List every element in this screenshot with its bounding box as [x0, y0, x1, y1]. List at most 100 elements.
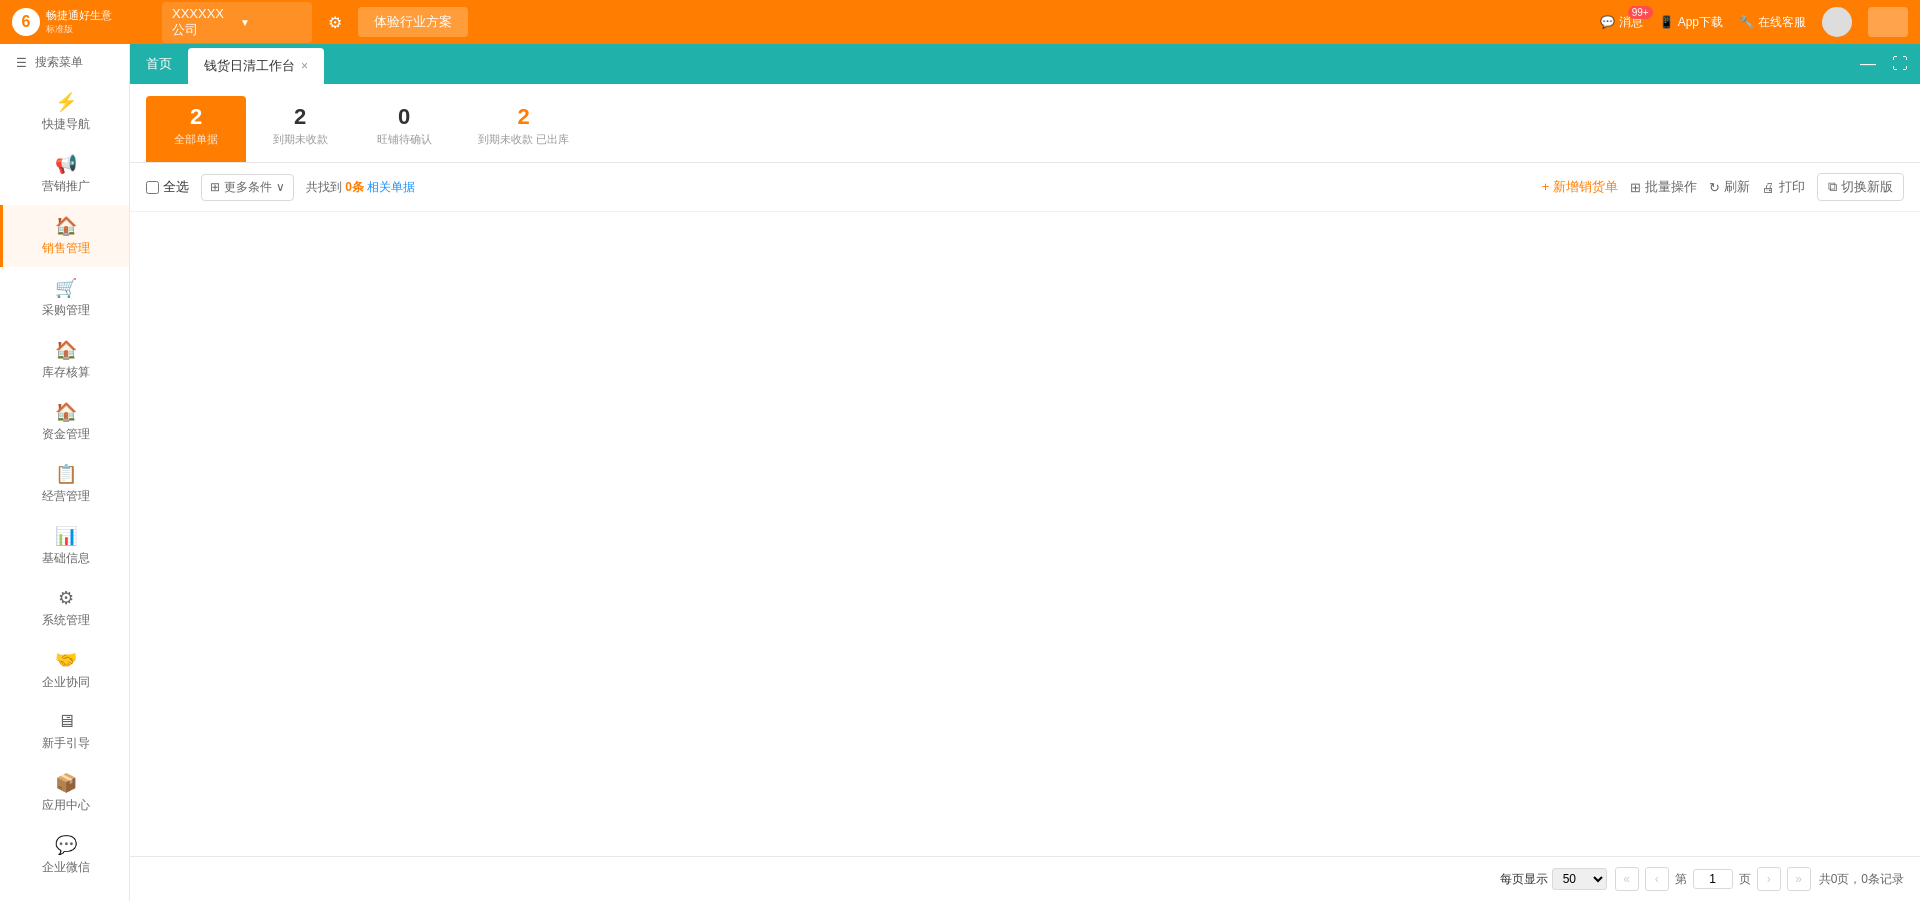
- batch-operation-button[interactable]: ⊞ 批量操作: [1630, 178, 1697, 196]
- select-all-checkbox[interactable]: 全选: [146, 178, 189, 196]
- toolbar: 全选 ⊞ 更多条件 ∨ 共找到 0条 相关单据 + 新增销货单 ⊞ 批量操作: [130, 163, 1920, 212]
- stat-all-label: 全部单据: [166, 132, 226, 147]
- sidebar-item-quick-nav[interactable]: ⚡ 快捷导航: [0, 81, 129, 143]
- checkbox-input[interactable]: [146, 181, 159, 194]
- stat-tab-pending[interactable]: 0 旺铺待确认: [354, 96, 454, 162]
- tab-home[interactable]: 首页: [130, 44, 188, 84]
- sidebar-item-search-menu[interactable]: ☰ 搜索菜单: [0, 44, 129, 81]
- stats-tabs: 2 全部单据 2 到期未收款 0 旺铺待确认 2 到期未收款 已出库: [146, 96, 1904, 162]
- member-icon: ▽: [59, 896, 73, 901]
- print-button[interactable]: 🖨 打印: [1762, 178, 1805, 196]
- company-selector[interactable]: XXXXXX公司 ▼: [162, 2, 312, 43]
- experience-button[interactable]: 体验行业方案: [358, 7, 468, 37]
- wechat-icon: 💬: [55, 834, 77, 856]
- service-icon: 🔧: [1739, 15, 1754, 29]
- filter-label: 更多条件: [224, 179, 272, 196]
- avatar[interactable]: [1822, 7, 1852, 37]
- home-tab-label: 首页: [146, 55, 172, 73]
- refresh-button[interactable]: ↻ 刷新: [1709, 178, 1750, 196]
- sidebar-item-basic[interactable]: 📊 基础信息: [0, 515, 129, 577]
- total-count: 0条: [345, 180, 364, 194]
- toolbar-right: + 新增销货单 ⊞ 批量操作 ↻ 刷新 🖨 打印 ⧉: [1542, 173, 1904, 201]
- message-button[interactable]: 💬 消息 99+: [1600, 14, 1643, 31]
- sidebar-item-member[interactable]: ▽ 畅会员: [0, 886, 129, 901]
- sidebar-item-operation[interactable]: 📋 经营管理: [0, 453, 129, 515]
- online-service-button[interactable]: 🔧 在线客服: [1739, 14, 1806, 31]
- switch-label: 切换新版: [1841, 178, 1893, 196]
- purchase-icon: 🛒: [55, 277, 77, 299]
- last-page-button[interactable]: »: [1787, 867, 1811, 891]
- tab-close-icon[interactable]: ×: [301, 59, 308, 73]
- page-nav: « ‹ 第 页 › »: [1615, 867, 1811, 891]
- purchase-label: 采购管理: [42, 302, 90, 319]
- app-download-button[interactable]: 📱 App下载: [1659, 14, 1723, 31]
- message-badge: 99+: [1628, 6, 1653, 19]
- sidebar-item-sales[interactable]: 🏠 销售管理: [0, 205, 129, 267]
- sidebar-item-enterprise[interactable]: 🤝 企业协同: [0, 639, 129, 701]
- stat-tab-shipped[interactable]: 2 到期未收款 已出库: [458, 96, 589, 162]
- stat-shipped-label: 到期未收款 已出库: [478, 132, 569, 147]
- tab-maximize-button[interactable]: ⛶: [1888, 52, 1912, 76]
- sidebar-item-wechat[interactable]: 💬 企业微信: [0, 824, 129, 886]
- page-size-label: 每页显示: [1500, 871, 1548, 888]
- settings-button[interactable]: ⚙: [320, 7, 350, 37]
- newbie-label: 新手引导: [42, 735, 90, 752]
- table-area: [130, 212, 1920, 856]
- sidebar-item-marketing[interactable]: 📢 营销推广: [0, 143, 129, 205]
- print-icon: 🖨: [1762, 180, 1775, 195]
- sidebar-item-app-center[interactable]: 📦 应用中心: [0, 762, 129, 824]
- enterprise-label: 企业协同: [42, 674, 90, 691]
- add-sales-order-button[interactable]: + 新增销货单: [1542, 178, 1618, 196]
- total-info: 共找到 0条 相关单据: [306, 179, 415, 196]
- newbie-icon: 🖥: [57, 711, 75, 732]
- logo-area: 6 畅捷通好生意 标准版: [12, 8, 142, 36]
- next-page-button[interactable]: ›: [1757, 867, 1781, 891]
- quick-nav-icon: ⚡: [55, 91, 77, 113]
- work-bench-tab-label: 钱货日清工作台: [204, 57, 295, 75]
- search-menu-icon: ☰: [16, 56, 27, 70]
- system-label: 系统管理: [42, 612, 90, 629]
- refresh-label: 刷新: [1724, 178, 1750, 196]
- tab-minimize-button[interactable]: —: [1856, 52, 1880, 76]
- sidebar-item-system[interactable]: ⚙ 系统管理: [0, 577, 129, 639]
- stat-shipped-number: 2: [478, 104, 569, 130]
- system-icon: ⚙: [58, 587, 74, 609]
- sidebar-item-newbie[interactable]: 🖥 新手引导: [0, 701, 129, 762]
- stat-tab-overdue[interactable]: 2 到期未收款: [250, 96, 350, 162]
- refresh-icon: ↻: [1709, 180, 1720, 195]
- related-link[interactable]: 相关单据: [367, 180, 415, 194]
- enterprise-icon: 🤝: [55, 649, 77, 671]
- page-total: 共0页，0条记录: [1819, 871, 1904, 888]
- minimize-icon: —: [1860, 55, 1876, 73]
- sidebar-item-inventory[interactable]: 🏠 库存核算: [0, 329, 129, 391]
- filter-arrow-icon: ∨: [276, 180, 285, 194]
- pagination-bar: 每页显示 50 100 200 « ‹ 第 页 › » 共0页，0条记录: [130, 856, 1920, 901]
- page-size-dropdown[interactable]: 50 100 200: [1552, 868, 1607, 890]
- maximize-icon: ⛶: [1892, 55, 1908, 73]
- switch-icon: ⧉: [1828, 179, 1837, 195]
- sidebar-item-purchase[interactable]: 🛒 采购管理: [0, 267, 129, 329]
- filter-button[interactable]: ⊞ 更多条件 ∨: [201, 174, 294, 201]
- tab-bar-actions: — ⛶: [1856, 44, 1920, 84]
- message-icon: 💬: [1600, 15, 1615, 29]
- stat-all-number: 2: [166, 104, 226, 130]
- prev-page-button[interactable]: ‹: [1645, 867, 1669, 891]
- online-service-label: 在线客服: [1758, 14, 1806, 31]
- page-number-input[interactable]: [1693, 869, 1733, 889]
- tab-work-bench[interactable]: 钱货日清工作台 ×: [188, 48, 324, 84]
- stat-pending-number: 0: [374, 104, 434, 130]
- stat-overdue-label: 到期未收款: [270, 132, 330, 147]
- sales-icon: 🏠: [55, 215, 77, 237]
- app-center-label: 应用中心: [42, 797, 90, 814]
- download-icon: 📱: [1659, 15, 1674, 29]
- select-all-label: 全选: [163, 178, 189, 196]
- stat-tab-all[interactable]: 2 全部单据: [146, 96, 246, 162]
- tab-bar: 首页 钱货日清工作台 × — ⛶: [130, 44, 1920, 84]
- page-suffix: 页: [1739, 871, 1751, 888]
- sidebar-item-finance[interactable]: 🏠 资金管理: [0, 391, 129, 453]
- logo-icon: 6: [12, 8, 40, 36]
- switch-new-version-button[interactable]: ⧉ 切换新版: [1817, 173, 1904, 201]
- dropdown-arrow-icon: ▼: [240, 17, 302, 28]
- user-name-area[interactable]: [1868, 7, 1908, 37]
- first-page-button[interactable]: «: [1615, 867, 1639, 891]
